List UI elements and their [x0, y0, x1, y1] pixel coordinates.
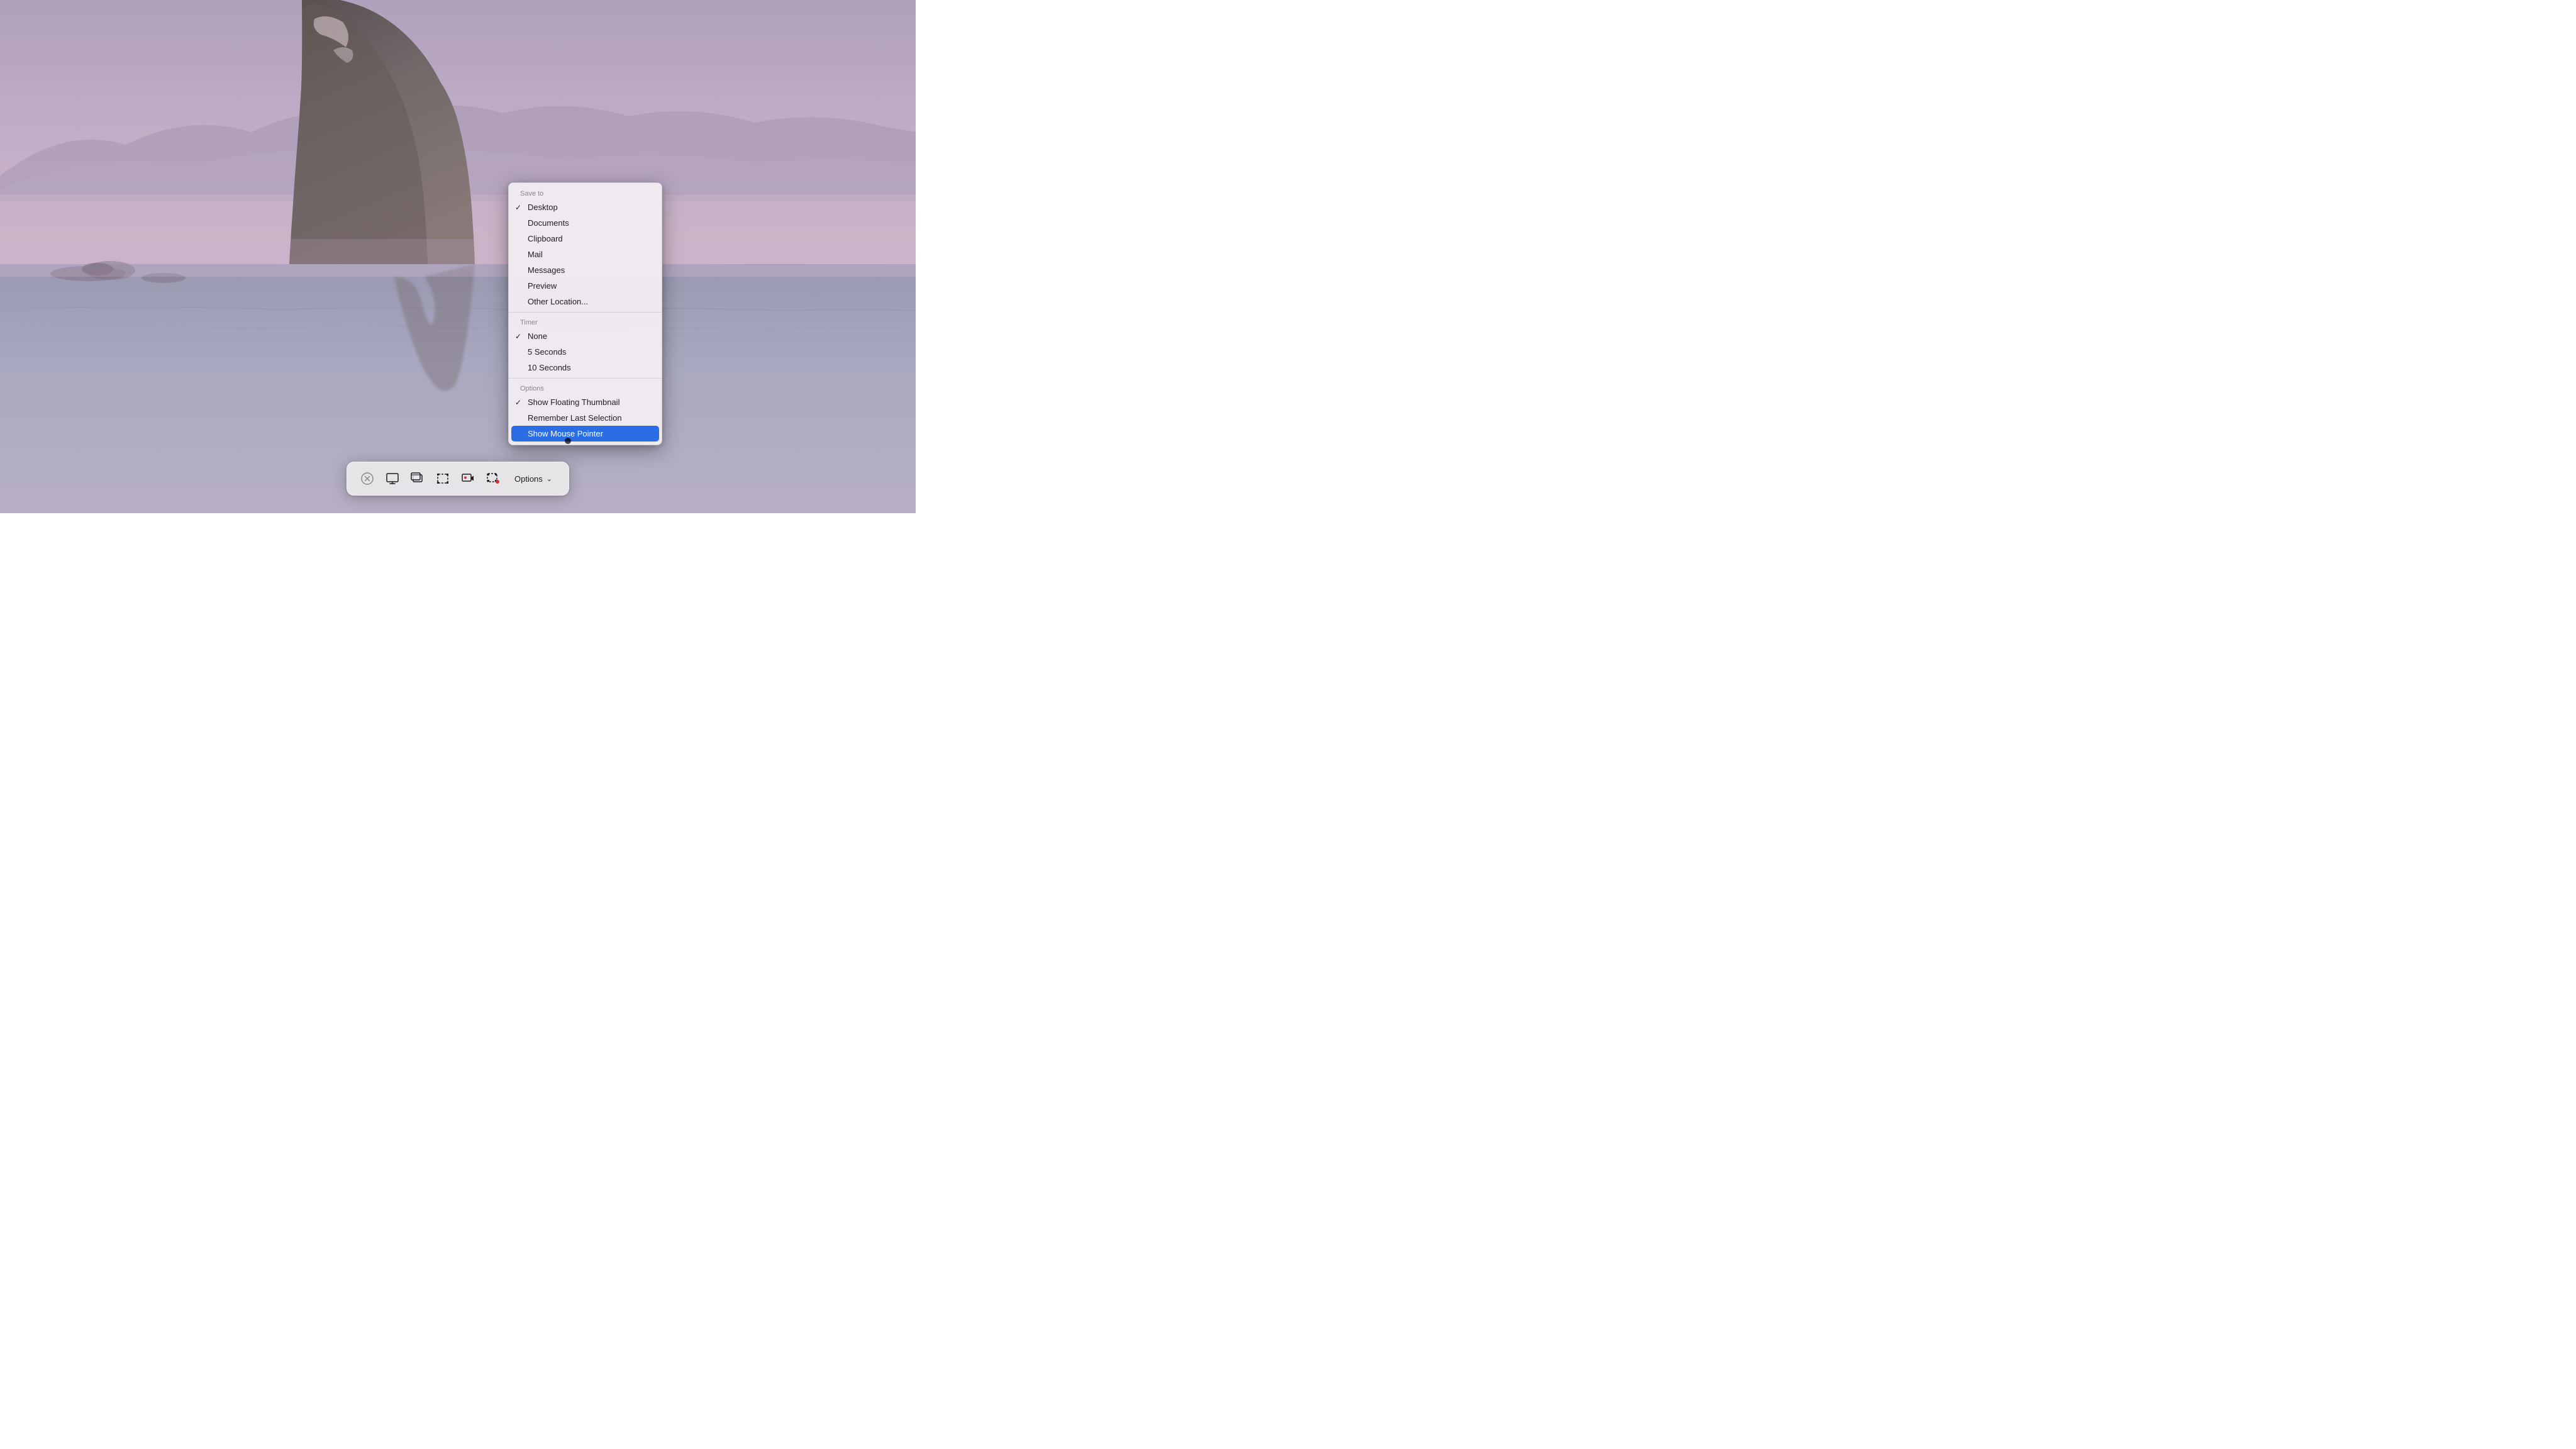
- chevron-down-icon: ⌄: [547, 475, 552, 483]
- desktop-background: [0, 0, 916, 513]
- record-selection-button[interactable]: [482, 467, 504, 490]
- capture-selection-button[interactable]: [431, 467, 454, 490]
- menu-item-desktop-label: Desktop: [528, 203, 558, 212]
- record-entire-screen-button[interactable]: [457, 467, 479, 490]
- record-entire-screen-icon: [461, 472, 475, 486]
- checkmark-desktop: ✓: [515, 203, 521, 212]
- close-button[interactable]: [356, 467, 379, 490]
- separator-2: [509, 378, 662, 379]
- menu-item-preview[interactable]: Preview: [509, 278, 662, 294]
- menu-item-other-location[interactable]: Other Location...: [509, 294, 662, 309]
- menu-item-messages-label: Messages: [528, 265, 565, 275]
- menu-item-show-floating-thumbnail[interactable]: ✓ Show Floating Thumbnail: [509, 394, 662, 410]
- timer-label: Timer: [509, 315, 662, 328]
- menu-item-show-mouse-pointer-label: Show Mouse Pointer: [528, 429, 603, 438]
- options-button-label: Options: [514, 474, 543, 484]
- save-to-label: Save to: [509, 186, 662, 199]
- menu-item-show-floating-thumbnail-label: Show Floating Thumbnail: [528, 397, 619, 407]
- checkmark-floating-thumbnail: ✓: [515, 398, 521, 407]
- menu-item-documents-label: Documents: [528, 218, 569, 228]
- menu-item-none-label: None: [528, 331, 547, 341]
- options-label: Options: [509, 381, 662, 394]
- menu-item-5-seconds-label: 5 Seconds: [528, 347, 566, 357]
- close-icon: [360, 472, 374, 486]
- menu-item-5-seconds[interactable]: 5 Seconds: [509, 344, 662, 360]
- screenshot-toolbar: Options ⌄: [347, 462, 569, 496]
- landscape-svg: [0, 0, 916, 513]
- menu-item-clipboard-label: Clipboard: [528, 234, 563, 243]
- separator-1: [509, 312, 662, 313]
- capture-entire-screen-button[interactable]: [381, 467, 404, 490]
- menu-item-clipboard[interactable]: Clipboard: [509, 231, 662, 247]
- menu-item-remember-last-selection-label: Remember Last Selection: [528, 413, 622, 423]
- menu-item-preview-label: Preview: [528, 281, 557, 291]
- menu-item-10-seconds[interactable]: 10 Seconds: [509, 360, 662, 375]
- menu-item-messages[interactable]: Messages: [509, 262, 662, 278]
- menu-item-mail-label: Mail: [528, 250, 543, 259]
- options-button[interactable]: Options ⌄: [507, 470, 560, 487]
- context-menu: Save to ✓ Desktop Documents Clipboard Ma…: [508, 182, 662, 445]
- menu-item-none[interactable]: ✓ None: [509, 328, 662, 344]
- menu-item-documents[interactable]: Documents: [509, 215, 662, 231]
- checkmark-none: ✓: [515, 332, 521, 341]
- menu-item-other-location-label: Other Location...: [528, 297, 588, 306]
- capture-selection-icon: [436, 472, 450, 486]
- menu-item-remember-last-selection[interactable]: Remember Last Selection: [509, 410, 662, 426]
- menu-item-mail[interactable]: Mail: [509, 247, 662, 262]
- menu-item-desktop[interactable]: ✓ Desktop: [509, 199, 662, 215]
- menu-item-show-mouse-pointer[interactable]: Show Mouse Pointer: [511, 426, 659, 441]
- capture-selected-window-icon: [411, 472, 425, 486]
- record-selection-icon: [486, 472, 500, 486]
- capture-entire-screen-icon: [386, 472, 399, 486]
- capture-selected-window-button[interactable]: [406, 467, 429, 490]
- menu-item-10-seconds-label: 10 Seconds: [528, 363, 571, 372]
